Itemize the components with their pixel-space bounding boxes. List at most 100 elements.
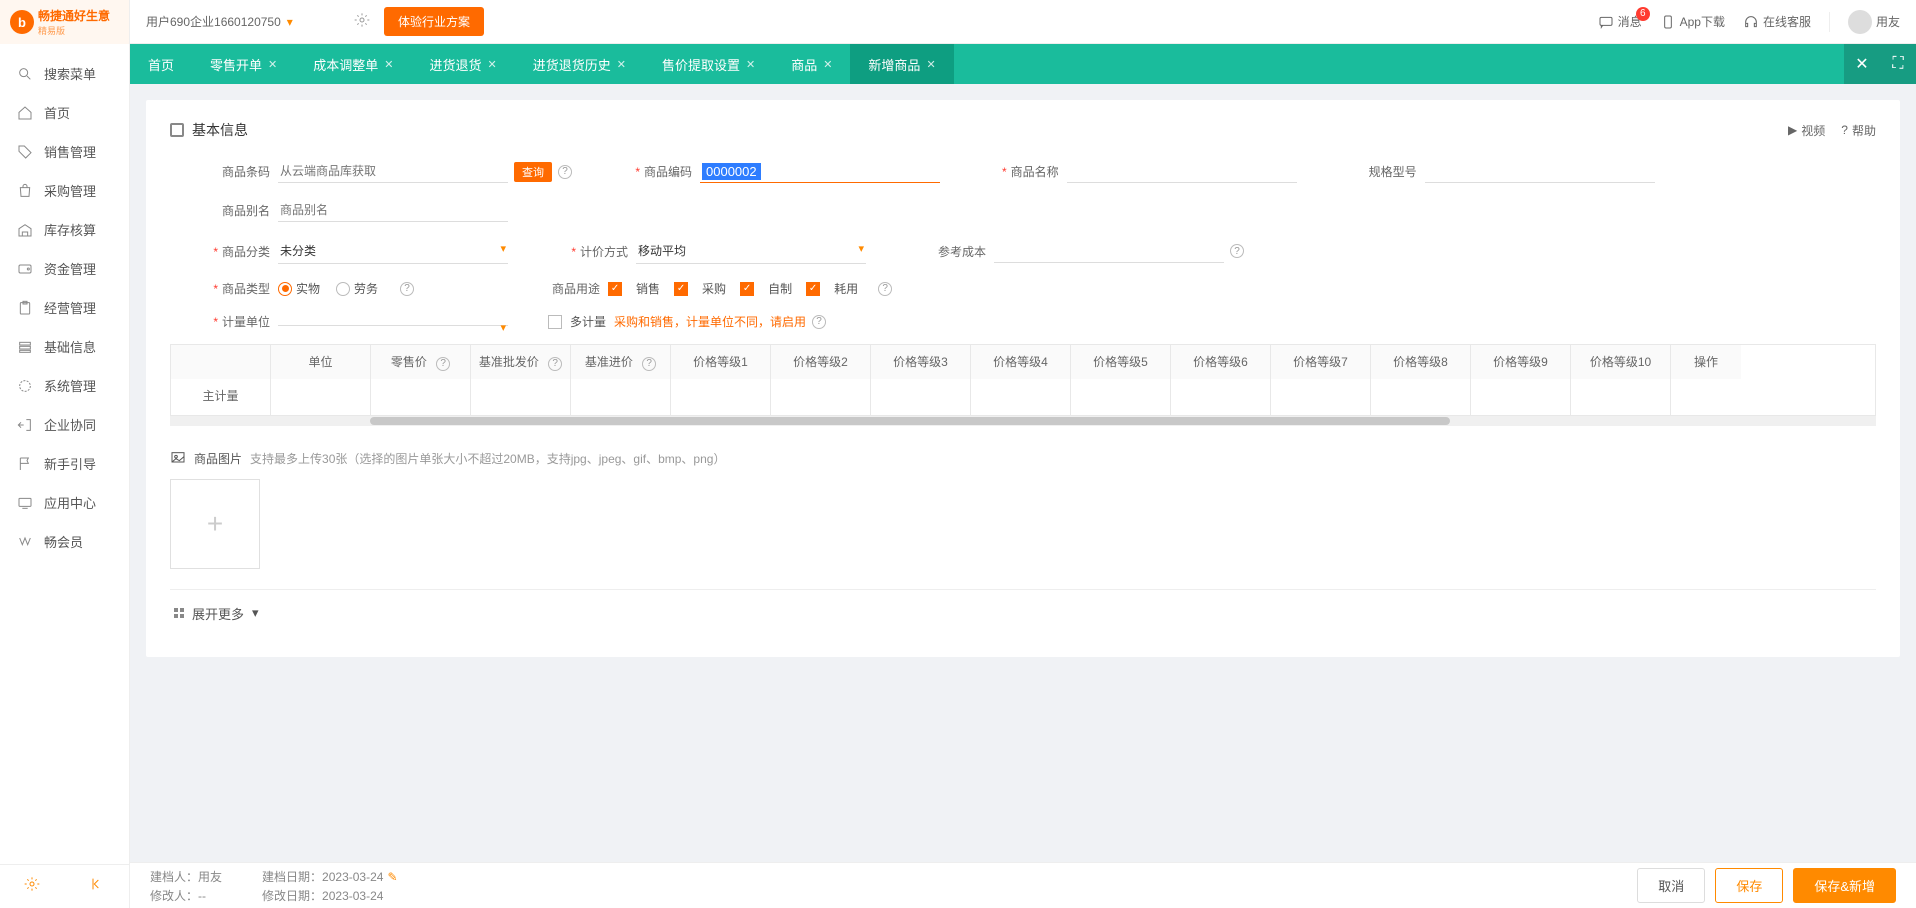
nav-basic[interactable]: 基础信息 (0, 327, 129, 366)
cell-op[interactable] (1671, 379, 1741, 415)
nav-system[interactable]: 系统管理 (0, 366, 129, 405)
nav-finance[interactable]: 资金管理 (0, 249, 129, 288)
cell[interactable] (1371, 379, 1471, 415)
nav-search[interactable]: 搜索菜单 (0, 54, 129, 93)
help-link[interactable]: ? 帮助 (1841, 122, 1876, 139)
messages-button[interactable]: 消息 6 (1598, 13, 1642, 30)
help-icon[interactable]: ? (1230, 244, 1244, 258)
query-button[interactable]: 查询 (514, 162, 552, 182)
cancel-button[interactable]: 取消 (1637, 868, 1705, 903)
tenant-selector[interactable]: 用户690企业1660120750 ▾ (146, 13, 346, 30)
nav-sales[interactable]: 销售管理 (0, 132, 129, 171)
user-menu[interactable]: 用友 (1848, 10, 1900, 34)
bag-icon (16, 182, 34, 200)
help-icon[interactable]: ? (400, 282, 414, 296)
nav-guide[interactable]: 新手引导 (0, 444, 129, 483)
gear-icon[interactable] (354, 12, 370, 31)
cell[interactable] (1471, 379, 1571, 415)
help-icon[interactable]: ? (878, 282, 892, 296)
alias-input[interactable] (278, 199, 508, 222)
image-icon (170, 450, 186, 466)
main: 用户690企业1660120750 ▾ 体验行业方案 消息 6 App下载 在线… (130, 0, 1916, 908)
tab-retail[interactable]: 零售开单✕ (192, 44, 295, 84)
create-date: 2023-03-24 (322, 870, 383, 884)
nav-apps[interactable]: 应用中心 (0, 483, 129, 522)
checkbox-made[interactable]: ✓ (740, 282, 754, 296)
close-icon[interactable]: ✕ (384, 58, 393, 71)
save-button[interactable]: 保存 (1715, 868, 1783, 903)
checkbox-purchase[interactable]: ✓ (674, 282, 688, 296)
nav-inventory[interactable]: 库存核算 (0, 210, 129, 249)
download-button[interactable]: App下载 (1660, 13, 1725, 30)
nav-collab[interactable]: 企业协同 (0, 405, 129, 444)
image-hint: 支持最多上传30张（选择的图片单张大小不超过20MB，支持jpg、jpeg、gi… (250, 450, 725, 467)
cell[interactable] (1271, 379, 1371, 415)
nav-operation[interactable]: 经营管理 (0, 288, 129, 327)
barcode-input[interactable] (278, 160, 508, 183)
cell[interactable] (571, 379, 671, 415)
footer-bar: 建档人：用友 修改人：-- 建档日期：2023-03-24✎ 修改日期：2023… (130, 862, 1916, 908)
cell[interactable] (1171, 379, 1271, 415)
pricing-select[interactable]: 移动平均▾ (636, 238, 866, 264)
close-all-tabs[interactable]: ✕ (1844, 44, 1880, 84)
cell[interactable] (871, 379, 971, 415)
settings-icon[interactable] (24, 876, 40, 897)
cell[interactable] (1071, 379, 1171, 415)
add-image-button[interactable]: + (170, 479, 260, 569)
service-button[interactable]: 在线客服 (1743, 13, 1811, 30)
radio-physical[interactable]: 实物 (278, 280, 320, 297)
logo-icon: b (10, 10, 34, 34)
try-solution-button[interactable]: 体验行业方案 (384, 7, 484, 36)
logo-sub: 精易版 (38, 24, 110, 37)
radio-service[interactable]: 劳务 (336, 280, 378, 297)
checkbox-sales[interactable]: ✓ (608, 282, 622, 296)
close-icon[interactable]: ✕ (617, 58, 626, 71)
flag-icon (16, 455, 34, 473)
video-link[interactable]: ▶ 视频 (1788, 122, 1825, 139)
close-icon[interactable]: ✕ (926, 58, 935, 71)
unit-select[interactable]: ▾ (278, 317, 508, 326)
refcost-input[interactable] (994, 240, 1224, 263)
tab-cost[interactable]: 成本调整单✕ (295, 44, 411, 84)
collapse-icon[interactable] (89, 876, 105, 897)
tab-new-product[interactable]: 新增商品✕ (850, 44, 953, 84)
spec-input[interactable] (1425, 160, 1655, 183)
tab-return[interactable]: 进货退货✕ (411, 44, 514, 84)
nav-purchase[interactable]: 采购管理 (0, 171, 129, 210)
tab-product[interactable]: 商品✕ (773, 44, 850, 84)
help-icon[interactable]: ? (812, 315, 826, 329)
fullscreen-icon[interactable]: ⛶ (1880, 44, 1916, 84)
save-new-button[interactable]: 保存&新增 (1793, 868, 1896, 903)
expand-more[interactable]: 展开更多 ▾ (170, 589, 1876, 637)
cell[interactable] (471, 379, 571, 415)
close-icon[interactable]: ✕ (823, 58, 832, 71)
cell[interactable] (971, 379, 1071, 415)
checkbox-multi[interactable]: ✓ (548, 315, 562, 329)
logo: b 畅捷通好生意 精易版 (0, 0, 129, 44)
cell-unit[interactable] (271, 379, 371, 415)
close-icon[interactable]: ✕ (268, 58, 277, 71)
help-icon[interactable]: ? (436, 357, 450, 371)
edit-icon[interactable]: ✎ (387, 870, 397, 884)
checkbox-consume[interactable]: ✓ (806, 282, 820, 296)
tv-icon (16, 494, 34, 512)
nav-member[interactable]: 畅会员 (0, 522, 129, 561)
cell[interactable] (371, 379, 471, 415)
tab-price-setting[interactable]: 售价提取设置✕ (644, 44, 773, 84)
close-icon[interactable]: ✕ (488, 58, 497, 71)
nav-home[interactable]: 首页 (0, 93, 129, 132)
help-icon[interactable]: ? (642, 357, 656, 371)
close-icon[interactable]: ✕ (746, 58, 755, 71)
cell[interactable] (671, 379, 771, 415)
help-icon[interactable]: ? (548, 357, 562, 371)
cell[interactable] (771, 379, 871, 415)
category-select[interactable]: 未分类▾ (278, 238, 508, 264)
help-icon[interactable]: ? (558, 165, 572, 179)
cell[interactable] (1571, 379, 1671, 415)
name-input[interactable] (1067, 160, 1297, 183)
sidebar: b 畅捷通好生意 精易版 搜索菜单 首页 销售管理 采购管理 库存核算 资金管理… (0, 0, 130, 908)
tab-return-history[interactable]: 进货退货历史✕ (515, 44, 644, 84)
tab-home[interactable]: 首页 (130, 44, 192, 84)
multi-hint: 采购和销售，计量单位不同，请启用 (614, 313, 806, 330)
horizontal-scrollbar[interactable] (170, 416, 1876, 426)
